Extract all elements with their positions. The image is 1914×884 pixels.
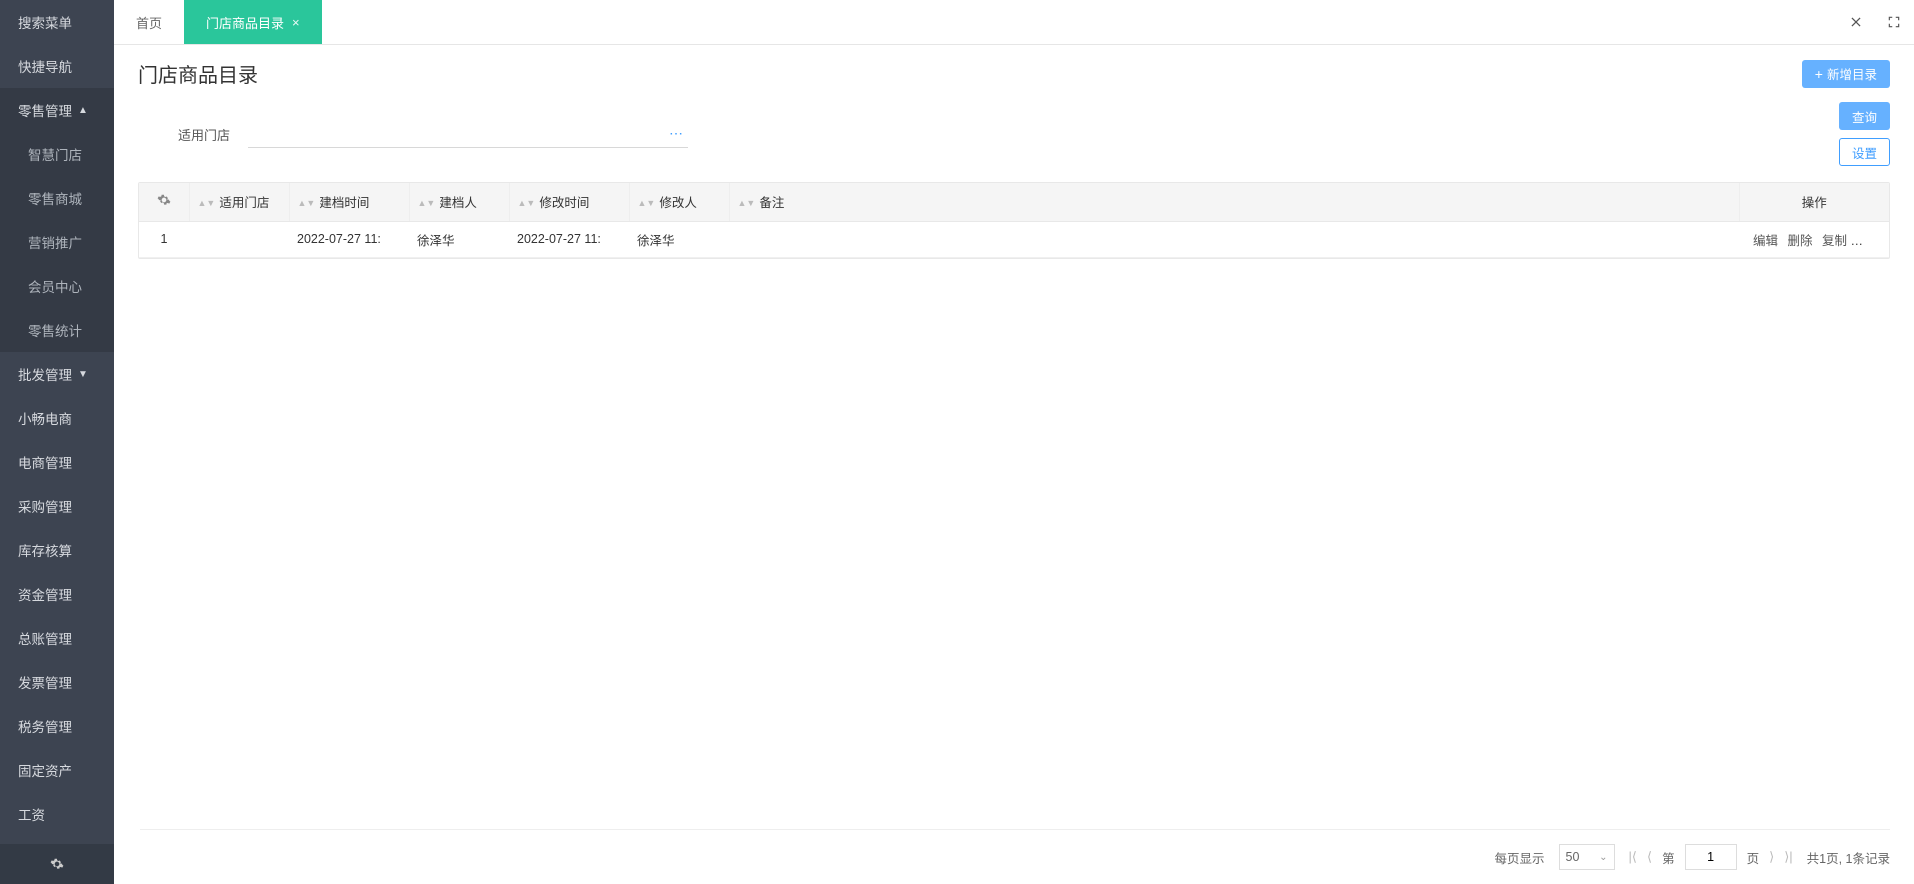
sidebar-item-marketing[interactable]: 营销推广 [0, 220, 114, 264]
op-copy[interactable]: 复制 [1822, 234, 1847, 248]
settings-button[interactable]: 设置 [1839, 138, 1890, 166]
cell-ops: 编辑 删除 复制 查看 [1739, 221, 1889, 257]
sort-icon: ▲▼ [638, 201, 656, 206]
table-settings-header[interactable] [139, 183, 189, 221]
query-button[interactable]: 查询 [1839, 102, 1890, 130]
pagination: 每页显示 50 ⌄ |⟨ ⟨ 第 页 ⟩ ⟩| 共1页, 1条记录 [1495, 844, 1890, 870]
sidebar-item-tax-mgmt[interactable]: 税务管理 [0, 704, 114, 748]
op-delete[interactable]: 删除 [1788, 234, 1813, 248]
x-icon [1849, 15, 1863, 29]
filter-store-label: 适用门店 [178, 125, 230, 144]
page-prefix: 第 [1662, 848, 1675, 867]
caret-down-icon: ▼ [78, 369, 88, 380]
sidebar-item-retail-mgmt[interactable]: 零售管理▲ [0, 88, 114, 132]
add-catalog-button[interactable]: + 新增目录 [1802, 60, 1890, 88]
sidebar-item-wholesale-mgmt[interactable]: 批发管理▼ [0, 352, 114, 396]
chevron-down-icon: ⌄ [1599, 852, 1607, 863]
table-row[interactable]: 1 2022-07-27 11: 徐泽华 2022-07-27 11: 徐泽华 … [139, 221, 1889, 257]
cell-modify-time: 2022-07-27 11: [509, 221, 629, 257]
sort-icon: ▲▼ [738, 201, 756, 206]
filter-store-input[interactable] [248, 126, 665, 141]
filter-row: 适用门店 ⋯ 查询 设置 [114, 98, 1914, 182]
cell-creator: 徐泽华 [409, 221, 509, 257]
main-area: 首页 门店商品目录 × 门店商品目录 + 新增目录 [114, 0, 1914, 884]
sidebar-item-search-menu[interactable]: 搜索菜单 [0, 0, 114, 44]
sidebar-settings-button[interactable] [0, 844, 114, 884]
cell-modifier: 徐泽华 [629, 221, 729, 257]
th-create-time[interactable]: ▲▼建档时间 [289, 183, 409, 221]
close-icon[interactable]: × [292, 15, 300, 30]
th-modifier[interactable]: ▲▼修改人 [629, 183, 729, 221]
gear-icon [157, 193, 171, 207]
sort-icon: ▲▼ [518, 201, 536, 206]
sidebar-item-purchase-mgmt[interactable]: 采购管理 [0, 484, 114, 528]
fullscreen-icon [1887, 15, 1901, 29]
sidebar-item-ec-mgmt[interactable]: 电商管理 [0, 440, 114, 484]
pager-summary: 共1页, 1条记录 [1807, 848, 1890, 867]
last-page-button[interactable]: ⟩| [1784, 849, 1792, 865]
sidebar-item-ledger-mgmt[interactable]: 总账管理 [0, 616, 114, 660]
caret-up-icon: ▲ [78, 105, 88, 116]
sidebar-item-xiaochang-ec[interactable]: 小畅电商 [0, 396, 114, 440]
cell-index: 1 [139, 221, 189, 257]
fullscreen-button[interactable] [1880, 8, 1908, 36]
page-size-select[interactable]: 50 ⌄ [1559, 844, 1615, 870]
plus-icon: + [1815, 67, 1823, 81]
tab-home[interactable]: 首页 [114, 0, 184, 44]
op-view[interactable]: 查看 [1857, 234, 1882, 248]
ellipsis-icon[interactable]: ⋯ [665, 125, 688, 142]
th-modify-time[interactable]: ▲▼修改时间 [509, 183, 629, 221]
sort-icon: ▲▼ [298, 201, 316, 206]
first-page-button[interactable]: |⟨ [1629, 849, 1637, 865]
next-page-button[interactable]: ⟩ [1769, 849, 1774, 865]
cell-create-time: 2022-07-27 11: [289, 221, 409, 257]
cell-remark [729, 221, 1739, 257]
page-suffix: 页 [1747, 848, 1760, 867]
close-all-button[interactable] [1842, 8, 1870, 36]
sidebar-item-salary[interactable]: 工资 [0, 792, 114, 836]
th-store[interactable]: ▲▼适用门店 [189, 183, 289, 221]
sort-icon: ▲▼ [198, 201, 216, 206]
sidebar-item-invoice-mgmt[interactable]: 发票管理 [0, 660, 114, 704]
cell-store [189, 221, 289, 257]
sort-icon: ▲▼ [418, 201, 436, 206]
sidebar: 搜索菜单 快捷导航 零售管理▲ 智慧门店 零售商城 营销推广 会员中心 零售统计… [0, 0, 114, 884]
per-page-label: 每页显示 [1495, 848, 1545, 867]
th-remark[interactable]: ▲▼备注 [729, 183, 1739, 221]
prev-page-button[interactable]: ⟨ [1647, 849, 1652, 865]
page-header: 门店商品目录 + 新增目录 [114, 45, 1914, 98]
sidebar-item-retail-mall[interactable]: 零售商城 [0, 176, 114, 220]
gear-icon [50, 857, 64, 871]
data-table: ▲▼适用门店 ▲▼建档时间 ▲▼建档人 ▲▼修改时间 ▲▼修改人 ▲▼备注 操作… [138, 182, 1890, 259]
divider [140, 829, 1890, 830]
th-ops: 操作 [1739, 183, 1889, 221]
sidebar-item-quick-nav[interactable]: 快捷导航 [0, 44, 114, 88]
page-input[interactable] [1685, 844, 1737, 870]
sidebar-item-finance-mgmt[interactable]: 资金管理 [0, 572, 114, 616]
sidebar-item-smart-store[interactable]: 智慧门店 [0, 132, 114, 176]
sidebar-item-fixed-assets[interactable]: 固定资产 [0, 748, 114, 792]
op-edit[interactable]: 编辑 [1753, 234, 1778, 248]
tabs-bar: 首页 门店商品目录 × [114, 0, 1914, 45]
tab-store-product-catalog[interactable]: 门店商品目录 × [184, 0, 322, 44]
page-title: 门店商品目录 [138, 59, 258, 88]
sidebar-item-inventory[interactable]: 库存核算 [0, 528, 114, 572]
th-creator[interactable]: ▲▼建档人 [409, 183, 509, 221]
filter-store-input-wrap: ⋯ [248, 120, 688, 148]
sidebar-item-retail-stats[interactable]: 零售统计 [0, 308, 114, 352]
sidebar-item-member-center[interactable]: 会员中心 [0, 264, 114, 308]
